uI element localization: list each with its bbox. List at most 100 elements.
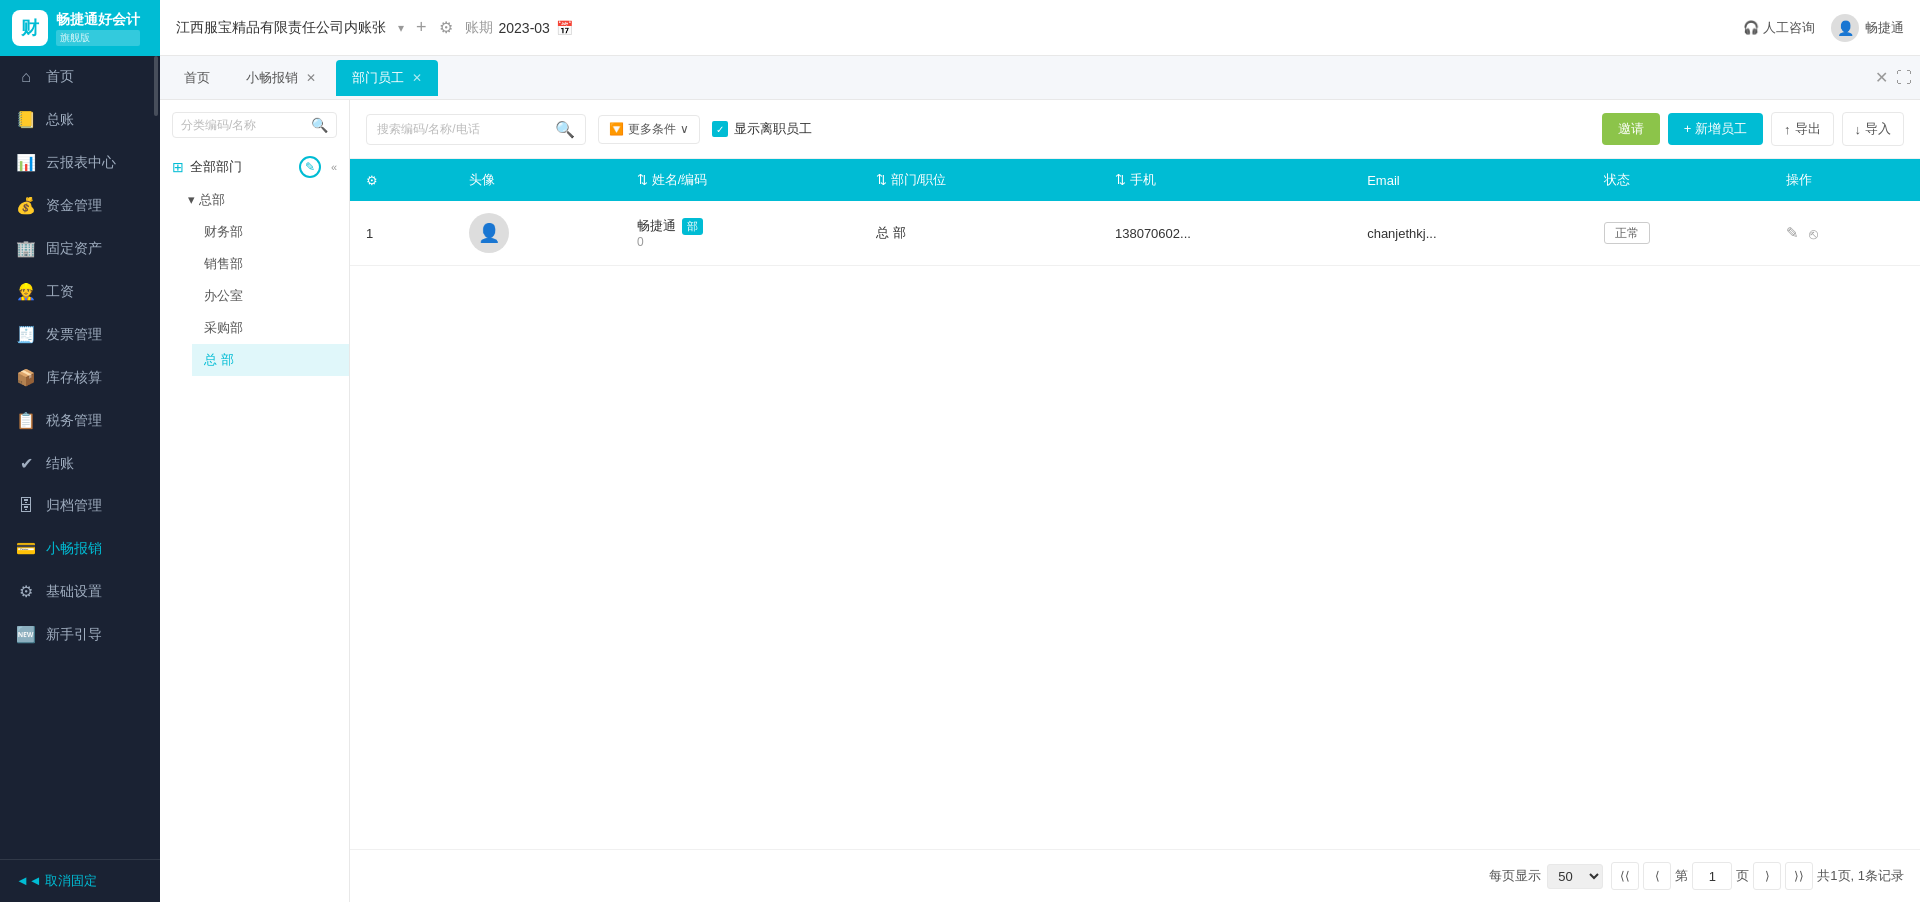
col-email: Email (1351, 159, 1588, 201)
per-page-select[interactable]: 50 100 200 (1547, 864, 1603, 889)
period-display: 账期 2023-03 📅 (465, 19, 573, 37)
inventory-icon: 📦 (16, 368, 36, 387)
user-menu[interactable]: 👤 畅捷通 (1831, 14, 1904, 42)
col-phone[interactable]: ⇅ 手机 (1099, 159, 1351, 201)
tab-employees[interactable]: 部门员工 ✕ (336, 60, 438, 96)
tab-expense-label: 小畅报销 (246, 69, 298, 87)
app-edition: 旗舰版 (56, 30, 140, 46)
col-dept[interactable]: ⇅ 部门/职位 (860, 159, 1099, 201)
settings-icon: ⚙ (16, 582, 36, 601)
sidebar-item-inventory[interactable]: 📦 库存核算 (0, 356, 160, 399)
show-resigned-checkbox[interactable]: ✓ (712, 121, 728, 137)
prev-page-button[interactable]: ⟨ (1643, 862, 1671, 890)
col-name[interactable]: ⇅ 姓名/编码 (621, 159, 860, 201)
sidebar-scrollbar[interactable] (154, 56, 158, 116)
tabs-controls: ✕ ⛶ (1875, 68, 1912, 87)
employee-search-input[interactable] (377, 122, 549, 136)
sidebar-logo: 财 畅捷通好会计 旗舰版 (0, 0, 160, 56)
dept-node-office[interactable]: 办公室 (192, 280, 349, 312)
page-navigation: ⟨⟨ ⟨ 第 页 ⟩ ⟩⟩ 共1页, 1条记录 (1611, 862, 1904, 890)
import-button[interactable]: ↓ 导入 (1842, 112, 1905, 146)
invoice-icon: 🧾 (16, 325, 36, 344)
next-page-button[interactable]: ⟩ (1753, 862, 1781, 890)
dept-edit-button[interactable]: ✎ (299, 156, 321, 178)
add-employee-button[interactable]: + 新增员工 (1668, 113, 1763, 145)
app-name: 畅捷通好会计 (56, 10, 140, 28)
sidebar-item-guide[interactable]: 🆕 新手引导 (0, 613, 160, 656)
sidebar-item-assets[interactable]: 🏢 固定资产 (0, 227, 160, 270)
employee-code: 0 (637, 235, 844, 249)
calendar-icon[interactable]: 📅 (556, 20, 573, 36)
col-settings[interactable]: ⚙ (350, 159, 453, 201)
last-page-button[interactable]: ⟩⟩ (1785, 862, 1813, 890)
main-area: 江西服宝精品有限责任公司内账张 ▾ + ⚙ 账期 2023-03 📅 🎧 人工咨… (160, 0, 1920, 902)
employee-table: ⚙ 头像 ⇅ 姓名/编码 ⇅ 部门/职位 ⇅ 手机 Email 状态 操作 1 (350, 159, 1920, 266)
show-resigned-toggle[interactable]: ✓ 显示离职员工 (712, 120, 812, 138)
import-icon: ↓ (1855, 122, 1862, 137)
sidebar-item-label: 库存核算 (46, 369, 102, 387)
employee-search-box[interactable]: 🔍 (366, 114, 586, 145)
sidebar-item-label: 固定资产 (46, 240, 102, 258)
tab-home-label: 首页 (184, 69, 210, 87)
show-resigned-label: 显示离职员工 (734, 120, 812, 138)
sidebar-item-tax[interactable]: 📋 税务管理 (0, 399, 160, 442)
app-logo-icon: 财 (12, 10, 48, 46)
add-company-button[interactable]: + (416, 17, 427, 38)
checkout-icon: ✔ (16, 454, 36, 473)
support-label: 人工咨询 (1763, 19, 1815, 37)
avatar: 👤 (1831, 14, 1859, 42)
dept-collapse-icon[interactable]: « (331, 161, 337, 173)
dept-search-input[interactable] (181, 118, 307, 132)
close-all-icon[interactable]: ✕ (1875, 68, 1888, 87)
table-row: 1 👤 畅捷通 部 0 总 部 (350, 201, 1920, 266)
dept-node-headquarters[interactable]: ▾ 总部 (176, 184, 349, 216)
employee-table-container: ⚙ 头像 ⇅ 姓名/编码 ⇅ 部门/职位 ⇅ 手机 Email 状态 操作 1 (350, 159, 1920, 849)
tab-employees-close-icon[interactable]: ✕ (412, 71, 422, 85)
sidebar-item-archive[interactable]: 🗄 归档管理 (0, 485, 160, 527)
tab-expense[interactable]: 小畅报销 ✕ (230, 60, 332, 96)
logout-action-icon[interactable]: ⎋ (1809, 225, 1818, 242)
filter-more-button[interactable]: 🔽 更多条件 ∨ (598, 115, 700, 144)
per-page-label: 每页显示 (1489, 867, 1541, 885)
invite-button[interactable]: 邀请 (1602, 113, 1660, 145)
tab-home[interactable]: 首页 (168, 60, 226, 96)
all-departments-header[interactable]: ⊞ 全部部门 ✎ « (160, 150, 349, 184)
sidebar-item-invoice[interactable]: 🧾 发票管理 (0, 313, 160, 356)
sidebar-item-ledger[interactable]: 📒 总账 (0, 98, 160, 141)
page-number-input[interactable] (1692, 862, 1732, 890)
home-icon: ⌂ (16, 68, 36, 86)
sidebar-item-settings[interactable]: ⚙ 基础设置 (0, 570, 160, 613)
row-name: 畅捷通 部 0 (621, 201, 860, 266)
dept-search-box[interactable]: 🔍 (172, 112, 337, 138)
tax-icon: 📋 (16, 411, 36, 430)
total-records-label: 共1页, 1条记录 (1817, 867, 1904, 885)
sidebar-item-expense[interactable]: 💳 小畅报销 (0, 527, 160, 570)
guide-icon: 🆕 (16, 625, 36, 644)
tab-expense-close-icon[interactable]: ✕ (306, 71, 316, 85)
sidebar-item-home[interactable]: ⌂ 首页 (0, 56, 160, 98)
maximize-icon[interactable]: ⛶ (1896, 69, 1912, 87)
sidebar-item-reports[interactable]: 📊 云报表中心 (0, 141, 160, 184)
row-phone: 138070602... (1099, 201, 1351, 266)
sidebar-item-checkout[interactable]: ✔ 结账 (0, 442, 160, 485)
first-page-button[interactable]: ⟨⟨ (1611, 862, 1639, 890)
dept-node-general[interactable]: 总 部 (192, 344, 349, 376)
sidebar-item-label: 首页 (46, 68, 74, 86)
sidebar-item-label: 新手引导 (46, 626, 102, 644)
export-button[interactable]: ↑ 导出 (1771, 112, 1834, 146)
company-dropdown-icon[interactable]: ▾ (398, 21, 404, 35)
unpin-sidebar-button[interactable]: ◄◄ 取消固定 (0, 859, 160, 902)
sidebar-item-salary[interactable]: 👷 工资 (0, 270, 160, 313)
row-actions: ✎ ⎋ (1770, 201, 1920, 266)
grid-icon: ⊞ (172, 159, 184, 175)
sidebar: 财 畅捷通好会计 旗舰版 ⌂ 首页 📒 总账 📊 云报表中心 💰 资金管理 🏢 … (0, 0, 160, 902)
support-button[interactable]: 🎧 人工咨询 (1743, 19, 1815, 37)
dept-node-procurement[interactable]: 采购部 (192, 312, 349, 344)
settings-gear-icon[interactable]: ⚙ (439, 18, 453, 37)
dept-node-finance[interactable]: 财务部 (192, 216, 349, 248)
sidebar-item-funds[interactable]: 💰 资金管理 (0, 184, 160, 227)
dept-node-sales[interactable]: 销售部 (192, 248, 349, 280)
content-area: 🔍 ⊞ 全部部门 ✎ « ▾ 总部 财务部 销售部 办公室 采购部 总 部 (160, 100, 1920, 902)
edit-action-icon[interactable]: ✎ (1786, 224, 1799, 242)
sidebar-item-label: 小畅报销 (46, 540, 102, 558)
